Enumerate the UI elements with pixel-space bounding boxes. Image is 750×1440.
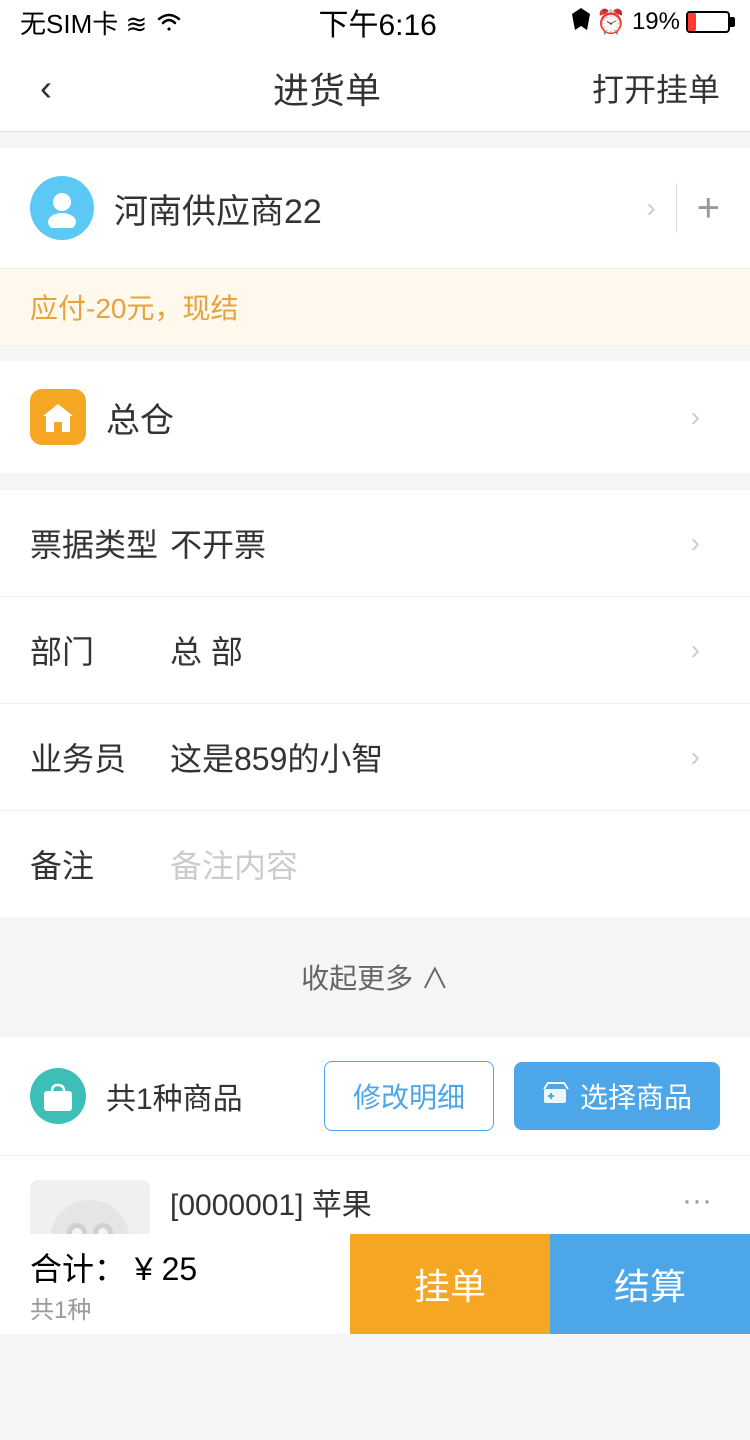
invoice-type-value: 不开票 xyxy=(170,520,691,566)
warehouse-name: 总仓 xyxy=(106,393,691,442)
remark-row[interactable]: 备注 备注内容 xyxy=(0,810,750,917)
department-label: 部门 xyxy=(30,627,170,673)
open-hang-button[interactable]: 打开挂单 xyxy=(592,65,720,111)
select-product-button[interactable]: 选择商品 xyxy=(514,1062,720,1130)
location-icon xyxy=(572,8,590,37)
invoice-type-row[interactable]: 票据类型 不开票 › xyxy=(0,489,750,596)
chevron-right-icon: › xyxy=(646,192,655,224)
salesperson-row[interactable]: 业务员 这是859的小智 › xyxy=(0,703,750,810)
supplier-avatar xyxy=(30,176,94,240)
spacer-1 xyxy=(0,132,750,148)
chevron-right-icon-3: › xyxy=(691,527,700,559)
shopping-bag-icon xyxy=(40,1081,76,1111)
nav-bar: ‹ 进货单 打开挂单 xyxy=(0,44,750,132)
collapse-label: 收起更多 ∧ xyxy=(301,957,449,997)
chevron-right-icon-5: › xyxy=(691,741,700,773)
product-name: [0000001] 苹果 xyxy=(170,1180,654,1224)
hang-button[interactable]: 挂单 xyxy=(350,1234,550,1334)
person-icon xyxy=(42,188,82,228)
select-product-label: 选择商品 xyxy=(580,1076,692,1116)
total-section: 合计： ¥ 25 共1种 xyxy=(0,1234,350,1334)
divider xyxy=(676,183,677,233)
product-count: 共1种商品 xyxy=(106,1074,304,1118)
alarm-icon: ⏰ xyxy=(596,8,626,37)
product-header: 共1种商品 修改明细 选择商品 xyxy=(0,1037,750,1155)
chevron-right-icon-4: › xyxy=(691,634,700,666)
supplier-row[interactable]: 河南供应商22 › + xyxy=(0,148,750,269)
spacer-2 xyxy=(0,1021,750,1037)
product-icon xyxy=(30,1068,86,1124)
warehouse-section: 总仓 › xyxy=(0,361,750,473)
checkout-button[interactable]: 结算 xyxy=(550,1234,750,1334)
status-right: ⏰ 19% xyxy=(572,8,730,37)
bottom-bar: 合计： ¥ 25 共1种 挂单 结算 xyxy=(0,1234,750,1334)
info-banner: 应付-20元，现结 xyxy=(0,269,750,345)
wifi-icon xyxy=(155,7,183,38)
status-time: 下午6:16 xyxy=(318,0,436,44)
chevron-right-icon-2: › xyxy=(691,401,700,433)
more-options-button[interactable]: ··· xyxy=(674,1180,720,1222)
battery-percent: 19% xyxy=(632,8,680,36)
edit-detail-button[interactable]: 修改明细 xyxy=(324,1061,494,1131)
collapse-row[interactable]: 收起更多 ∧ xyxy=(0,933,750,1021)
total-label: 合计： xyxy=(30,1251,126,1287)
cart-icon xyxy=(542,1080,570,1112)
warehouse-icon xyxy=(30,389,86,445)
invoice-type-label: 票据类型 xyxy=(30,520,170,566)
total-count: 共1种 xyxy=(30,1290,320,1325)
product-code: [0000001] xyxy=(170,1189,312,1222)
warehouse-row[interactable]: 总仓 › xyxy=(0,361,750,473)
total-row: 合计： ¥ 25 xyxy=(30,1244,320,1290)
department-value: 总 部 xyxy=(170,627,691,673)
remark-placeholder: 备注内容 xyxy=(170,841,720,887)
status-bar: 无SIM卡 ≋ 下午6:16 ⏰ 19% xyxy=(0,0,750,44)
salesperson-value: 这是859的小智 xyxy=(170,734,691,780)
carrier-label: 无SIM卡 ≋ xyxy=(20,4,147,41)
page-title: 进货单 xyxy=(273,62,381,114)
battery-icon xyxy=(686,11,730,33)
product-name-text: 苹果 xyxy=(312,1189,372,1222)
form-section: 票据类型 不开票 › 部门 总 部 › 业务员 这是859的小智 › 备注 备注… xyxy=(0,489,750,917)
add-supplier-button[interactable]: + xyxy=(697,186,720,231)
bottom-spacer xyxy=(0,1340,750,1440)
department-row[interactable]: 部门 总 部 › xyxy=(0,596,750,703)
supplier-section: 河南供应商22 › + 应付-20元，现结 xyxy=(0,148,750,345)
remark-label: 备注 xyxy=(30,841,170,887)
status-left: 无SIM卡 ≋ xyxy=(20,4,183,41)
salesperson-label: 业务员 xyxy=(30,734,170,780)
supplier-name: 河南供应商22 xyxy=(114,184,646,233)
back-button[interactable]: ‹ xyxy=(30,57,62,119)
battery-fill xyxy=(688,13,696,31)
total-amount: ¥ 25 xyxy=(135,1251,197,1287)
house-icon xyxy=(41,402,75,432)
